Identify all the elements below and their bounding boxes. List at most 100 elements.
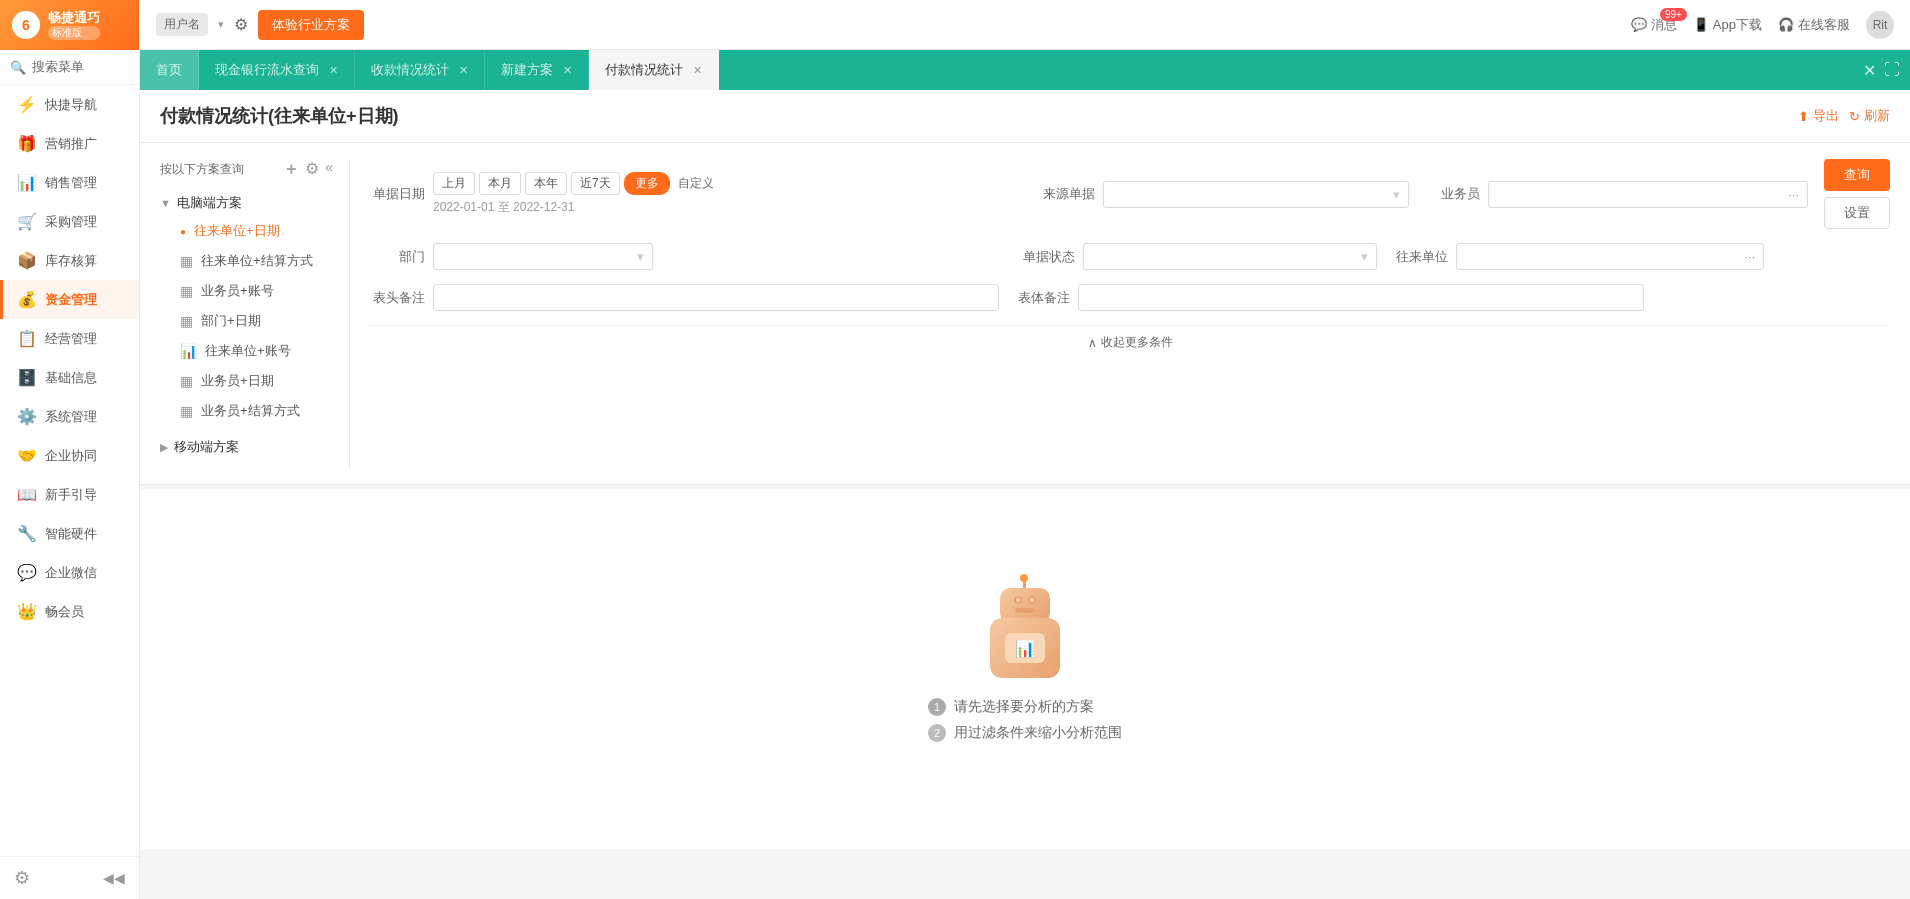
sidebar-item-wechat[interactable]: 💬 企业微信 [0,553,139,592]
collapse-btn[interactable]: ∧ 收起更多条件 [370,325,1890,359]
sidebar-item-hardware[interactable]: 🔧 智能硬件 [0,514,139,553]
sidebar-item-quick-nav[interactable]: ⚡ 快捷导航 [0,85,139,124]
finance-icon: 💰 [17,290,37,309]
date-btn-more[interactable]: 更多 [624,172,670,195]
date-btn-this-year[interactable]: 本年 [525,172,567,195]
scheme-collapse-icon[interactable]: « [325,159,333,180]
dept-select[interactable]: ▾ [433,243,653,270]
filter-row-2: 部门 ▾ 单据状态 ▾ 往来单位 [370,243,1890,270]
sidebar-item-inventory[interactable]: 📦 库存核算 [0,241,139,280]
add-scheme-icon[interactable]: ＋ [283,159,299,180]
mobile-scheme-section-header[interactable]: ▶ 移动端方案 [160,434,333,460]
logo-icon: 6 [12,11,40,39]
mobile-scheme-label: 移动端方案 [174,438,239,456]
sidebar-item-member[interactable]: 👑 畅会员 [0,592,139,631]
topbar-gear-icon[interactable]: ⚙ [234,15,248,34]
tab-new-scheme[interactable]: 新建方案 ✕ [485,50,589,90]
dept-filter-group: 部门 ▾ [370,243,989,270]
refresh-icon: ↻ [1849,109,1860,124]
sidebar-item-guide[interactable]: 📖 新手引导 [0,475,139,514]
user-avatar[interactable]: Rit [1866,11,1894,39]
sidebar-item-operation[interactable]: 📋 经营管理 [0,319,139,358]
sidebar-item-basic[interactable]: 🗄️ 基础信息 [0,358,139,397]
online-service-label: 在线客服 [1798,16,1850,34]
filter-panel: 按以下方案查询 ＋ ⚙ « ▼ 电脑端方案 ● 往来单位+日期 [140,143,1910,485]
close-all-tabs-icon[interactable]: ✕ [1863,61,1876,80]
scheme-grid-icon: ▦ [180,373,193,389]
tip-text-2: 用过滤条件来缩小分析范围 [954,724,1122,742]
tab-close-receipts-stat[interactable]: ✕ [459,64,468,77]
sidebar-item-label: 企业微信 [45,564,97,582]
trial-btn[interactable]: 体验行业方案 [258,10,364,40]
tab-receipts-stat[interactable]: 收款情况统计 ✕ [355,50,485,90]
scheme-item-staff-account[interactable]: ▦ 业务员+账号 [160,276,333,306]
topbar-right: 💬 消息 99+ 📱 App下载 🎧 在线客服 Rit [1631,11,1894,39]
robot-dot [1020,574,1028,582]
sidebar-item-system[interactable]: ⚙️ 系统管理 [0,397,139,436]
tab-bank-flow[interactable]: 现金银行流水查询 ✕ [199,50,355,90]
search-icon: 🔍 [10,60,26,75]
pc-scheme-section-header[interactable]: ▼ 电脑端方案 [160,190,333,216]
source-bill-label: 来源单据 [1025,185,1095,203]
app-name: 畅捷通巧 [48,10,100,26]
sidebar-item-enterprise[interactable]: 🤝 企业协同 [0,436,139,475]
scheme-item-partner-account[interactable]: 📊 往来单位+账号 [160,336,333,366]
date-filter-group: 单据日期 上月 本月 本年 近7天 更多 自定义 2022-01-01 至 20… [370,172,1009,216]
sidebar-item-finance[interactable]: 💰 资金管理 [0,280,139,319]
tab-payment-stat[interactable]: 付款情况统计 ✕ [589,50,719,90]
staff-select[interactable]: ··· [1488,181,1808,208]
tab-close-payment-stat[interactable]: ✕ [693,64,702,77]
message-badge: 99+ [1660,8,1687,21]
sidebar-item-marketing[interactable]: 🎁 营销推广 [0,124,139,163]
tab-close-new-scheme[interactable]: ✕ [563,64,572,77]
source-bill-select[interactable]: ▾ [1103,181,1408,208]
sidebar-item-label: 销售管理 [45,174,97,192]
table-body-note-label: 表体备注 [1015,289,1070,307]
sidebar-item-label: 资金管理 [45,291,97,309]
scheme-item-staff-date[interactable]: ▦ 业务员+日期 [160,366,333,396]
table-header-note-label: 表头备注 [370,289,425,307]
mobile-scheme-section: ▶ 移动端方案 [160,434,333,460]
query-btn[interactable]: 查询 [1824,159,1890,191]
app-download-btn[interactable]: 📱 App下载 [1693,16,1762,34]
date-btn-last-month[interactable]: 上月 [433,172,475,195]
date-btn-last-7-days[interactable]: 近7天 [571,172,620,195]
bill-status-select[interactable]: ▾ [1083,243,1376,270]
date-range-text: 2022-01-01 至 2022-12-31 [433,199,714,216]
online-service-btn[interactable]: 🎧 在线客服 [1778,16,1850,34]
scheme-item-dept-date[interactable]: ▦ 部门+日期 [160,306,333,336]
tip-text-1: 请先选择要分析的方案 [954,698,1094,716]
scheme-item-partner-date[interactable]: ● 往来单位+日期 [160,216,333,246]
user-dropdown-icon[interactable]: ▾ [218,18,224,31]
search-menu-item[interactable]: 🔍 搜索菜单 [0,50,139,85]
partner-select[interactable]: ··· [1456,243,1764,270]
page-actions: ⬆ 导出 ↻ 刷新 [1798,107,1890,125]
message-btn[interactable]: 💬 消息 99+ [1631,16,1677,34]
tab-home-label: 首页 [156,61,182,79]
avatar-text: Rit [1873,18,1888,32]
scheme-settings-icon[interactable]: ⚙ [305,159,319,180]
table-header-note-input[interactable] [433,284,999,311]
scheme-item-staff-settlement[interactable]: ▦ 业务员+结算方式 [160,396,333,426]
tab-close-bank-flow[interactable]: ✕ [329,64,338,77]
sidebar-settings-icon[interactable]: ⚙ [14,867,30,889]
tab-home[interactable]: 首页 [140,50,199,90]
date-btn-this-month[interactable]: 本月 [479,172,521,195]
sidebar-footer: ⚙ ◀◀ [0,856,139,899]
export-btn[interactable]: ⬆ 导出 [1798,107,1839,125]
table-body-note-input[interactable] [1078,284,1644,311]
scheme-item-label: 往来单位+账号 [205,342,291,360]
sidebar-collapse-icon[interactable]: ◀◀ [103,870,125,886]
settings-btn[interactable]: 设置 [1824,197,1890,229]
collapse-label: 收起更多条件 [1101,334,1173,351]
refresh-btn[interactable]: ↻ 刷新 [1849,107,1890,125]
sidebar-item-label: 新手引导 [45,486,97,504]
scheme-item-label: 业务员+日期 [201,372,274,390]
scheme-item-partner-settlement[interactable]: ▦ 往来单位+结算方式 [160,246,333,276]
maximize-icon[interactable]: ⛶ [1884,61,1900,79]
scheme-grid-icon: ▦ [180,283,193,299]
sidebar-item-sales[interactable]: 📊 销售管理 [0,163,139,202]
sidebar-item-purchase[interactable]: 🛒 采购管理 [0,202,139,241]
tab-label: 现金银行流水查询 [215,61,319,79]
filter-form: 单据日期 上月 本月 本年 近7天 更多 自定义 2022-01-01 至 20… [370,159,1890,468]
